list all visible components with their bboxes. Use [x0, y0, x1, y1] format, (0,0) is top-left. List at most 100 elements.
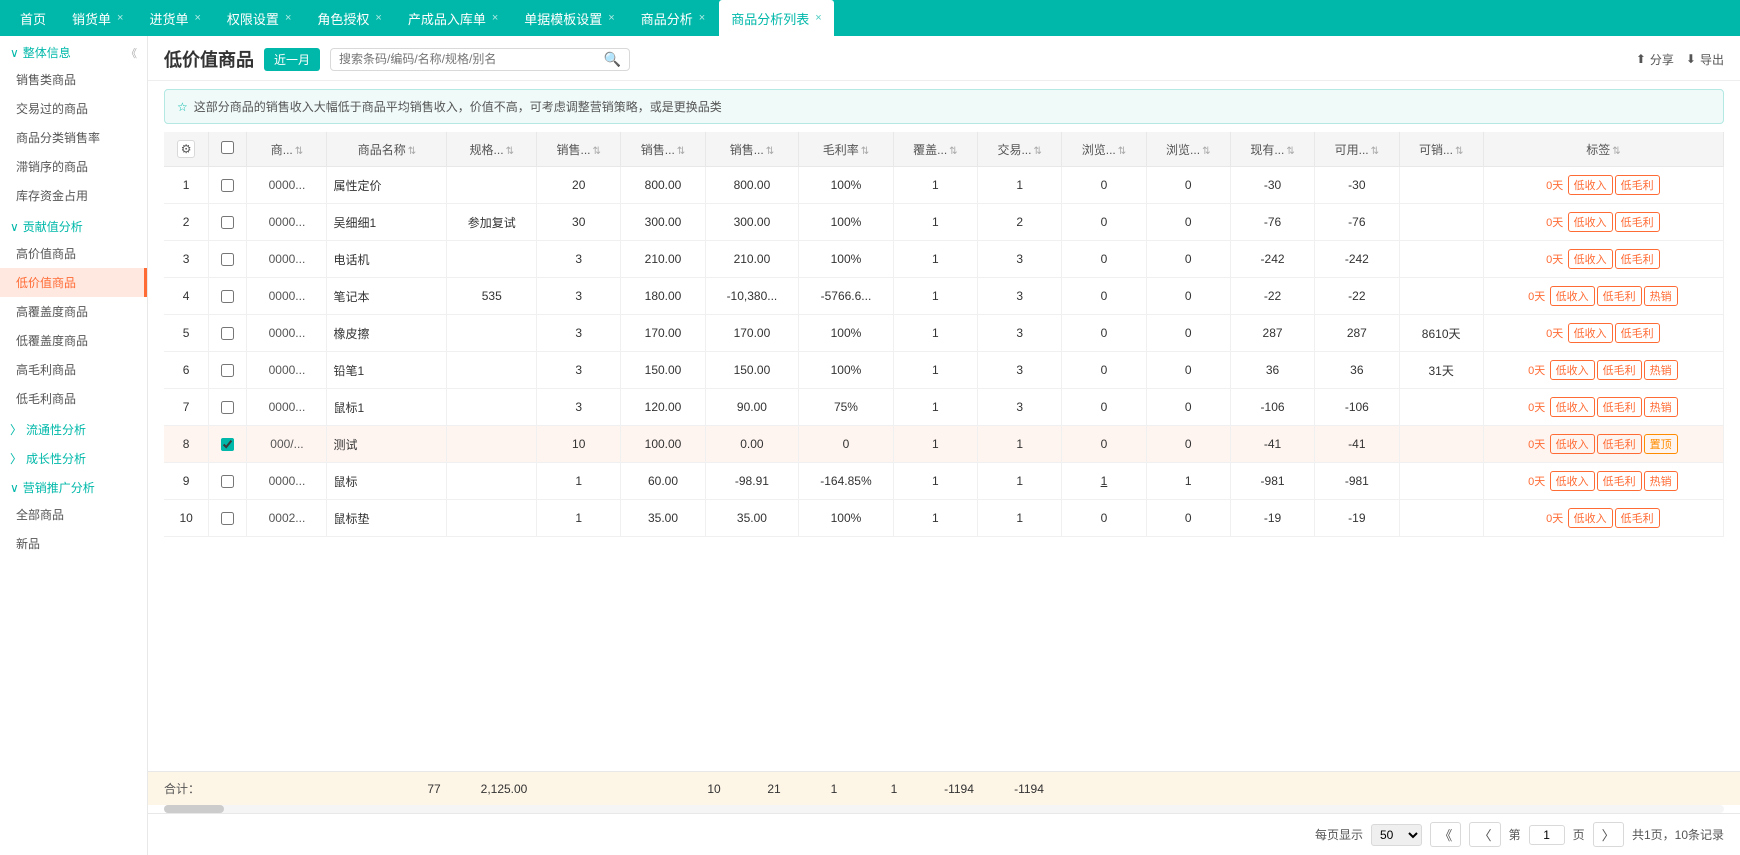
row-checkbox-6[interactable]: [209, 389, 247, 426]
row-coverage-0: 1: [893, 167, 977, 204]
sidebar-item-high-margin[interactable]: 高毛利商品: [0, 355, 147, 384]
sidebar-item-low-margin[interactable]: 低毛利商品: [0, 384, 147, 413]
scrollbar-thumb[interactable]: [164, 805, 224, 813]
time-filter-button[interactable]: 近一月: [264, 48, 320, 71]
horizontal-scrollbar[interactable]: [164, 805, 1724, 813]
row-checkbox-input-0[interactable]: [221, 179, 234, 192]
page-info-label: 共1页，10条记录: [1632, 826, 1724, 843]
sidebar-item-high-coverage[interactable]: 高覆盖度商品: [0, 297, 147, 326]
row-checkbox-input-8[interactable]: [221, 475, 234, 488]
per-page-select[interactable]: 50 10 20 100: [1371, 824, 1422, 846]
row-checkbox-8[interactable]: [209, 463, 247, 500]
close-stock-in-tab[interactable]: ×: [492, 12, 498, 24]
sidebar-group-growth[interactable]: 〉 成长性分析: [0, 442, 147, 471]
nav-home[interactable]: 首页: [8, 0, 58, 36]
close-permissions-tab[interactable]: ×: [285, 12, 291, 24]
total-coverage: 10: [684, 782, 744, 796]
row-checkbox-1[interactable]: [209, 204, 247, 241]
row-sales-cost-9: 35.00: [705, 500, 799, 537]
sidebar-item-low-value[interactable]: 低价值商品: [0, 268, 147, 297]
sidebar-item-slow-goods[interactable]: 滞销序的商品: [0, 152, 147, 181]
close-template-tab[interactable]: ×: [608, 12, 614, 24]
row-checkbox-input-2[interactable]: [221, 253, 234, 266]
sidebar-item-all-goods[interactable]: 全部商品: [0, 500, 147, 529]
row-trade-6: 3: [978, 389, 1062, 426]
nav-permissions[interactable]: 权限设置 ×: [215, 0, 303, 36]
row-checkbox-7[interactable]: [209, 426, 247, 463]
col-setting[interactable]: ⚙: [164, 132, 209, 167]
page-number-input[interactable]: [1529, 825, 1565, 845]
sidebar-group-overall[interactable]: ∨ 整体信息 《: [0, 36, 147, 65]
row-checkbox-4[interactable]: [209, 315, 247, 352]
row-checkbox-9[interactable]: [209, 500, 247, 537]
row-current-stock-1: -76: [1230, 204, 1314, 241]
row-checkbox-input-6[interactable]: [221, 401, 234, 414]
sidebar-item-high-value[interactable]: 高价值商品: [0, 239, 147, 268]
row-sales-amount-0: 800.00: [621, 167, 705, 204]
nav-goods-analysis[interactable]: 商品分析 ×: [629, 0, 717, 36]
share-button[interactable]: ⬆ 分享: [1636, 51, 1674, 68]
row-coverage-8: 1: [893, 463, 977, 500]
row-setting-5: 6: [164, 352, 209, 389]
row-name-5: 铅笔1: [327, 352, 447, 389]
sidebar-item-low-coverage[interactable]: 低覆盖度商品: [0, 326, 147, 355]
next-page-button[interactable]: 〉: [1593, 822, 1624, 847]
row-coverage-1: 1: [893, 204, 977, 241]
close-purchase-tab[interactable]: ×: [194, 12, 200, 24]
nav-roles[interactable]: 角色授权 ×: [305, 0, 393, 36]
row-current-stock-4: 287: [1230, 315, 1314, 352]
sidebar-group-circulation[interactable]: 〉 流通性分析: [0, 413, 147, 442]
sidebar-item-inventory-fund[interactable]: 库存资金占用: [0, 181, 147, 210]
nav-template[interactable]: 单据模板设置 ×: [512, 0, 626, 36]
row-coverage-4: 1: [893, 315, 977, 352]
nav-purchase[interactable]: 进货单 ×: [137, 0, 212, 36]
row-name-9: 鼠标垫: [327, 500, 447, 537]
row-sales-qty-0: 20: [537, 167, 621, 204]
sidebar-item-traded-goods[interactable]: 交易过的商品: [0, 94, 147, 123]
row-checkbox-input-7[interactable]: [221, 438, 234, 451]
col-checkbox-header[interactable]: [209, 132, 247, 167]
row-sales-amount-7: 100.00: [621, 426, 705, 463]
close-goods-analysis-tab[interactable]: ×: [699, 12, 705, 24]
export-button[interactable]: ⬇ 导出: [1686, 51, 1724, 68]
row-name-8: 鼠标: [327, 463, 447, 500]
col-gross-rate-header: 毛利率⇅: [799, 132, 894, 167]
row-sales-cost-6: 90.00: [705, 389, 799, 426]
nav-goods-analysis-list[interactable]: 商品分析列表 ×: [719, 0, 833, 36]
row-browse1-8[interactable]: 1: [1062, 463, 1146, 500]
row-browse2-1: 0: [1146, 204, 1230, 241]
row-trade-8: 1: [978, 463, 1062, 500]
sidebar-item-category-rate[interactable]: 商品分类销售率: [0, 123, 147, 152]
close-sales-tab[interactable]: ×: [117, 12, 123, 24]
row-checkbox-0[interactable]: [209, 167, 247, 204]
search-input[interactable]: [339, 52, 600, 66]
sidebar-item-new-goods[interactable]: 新品: [0, 529, 147, 558]
search-icon[interactable]: 🔍: [604, 51, 621, 68]
row-checkbox-2[interactable]: [209, 241, 247, 278]
select-all-checkbox[interactable]: [221, 141, 234, 154]
row-checkbox-5[interactable]: [209, 352, 247, 389]
row-checkbox-3[interactable]: [209, 278, 247, 315]
sidebar-group-marketing[interactable]: ∨ 营销推广分析: [0, 471, 147, 500]
page-prefix-label: 第: [1509, 826, 1521, 843]
row-checkbox-input-4[interactable]: [221, 327, 234, 340]
row-checkbox-input-1[interactable]: [221, 216, 234, 229]
sidebar-group-contribution[interactable]: ∨ 贡献值分析: [0, 210, 147, 239]
row-checkbox-input-3[interactable]: [221, 290, 234, 303]
close-goods-analysis-list-tab[interactable]: ×: [815, 12, 821, 24]
close-roles-tab[interactable]: ×: [375, 12, 381, 24]
sidebar-collapse-overall[interactable]: 《: [126, 45, 137, 61]
nav-stock-in[interactable]: 产成品入库单 ×: [396, 0, 510, 36]
row-spec-8: [447, 463, 537, 500]
row-spec-6: [447, 389, 537, 426]
row-sales-qty-3: 3: [537, 278, 621, 315]
prev-page-button[interactable]: 〈: [1469, 822, 1500, 847]
first-page-button[interactable]: 《: [1430, 822, 1461, 847]
row-checkbox-input-5[interactable]: [221, 364, 234, 377]
row-checkbox-input-9[interactable]: [221, 512, 234, 525]
sidebar-item-sales-goods[interactable]: 销售类商品: [0, 65, 147, 94]
nav-sales[interactable]: 销货单 ×: [60, 0, 135, 36]
gear-icon[interactable]: ⚙: [177, 140, 195, 158]
row-sales-qty-8: 1: [537, 463, 621, 500]
tag-badge: 低毛利: [1615, 508, 1660, 528]
